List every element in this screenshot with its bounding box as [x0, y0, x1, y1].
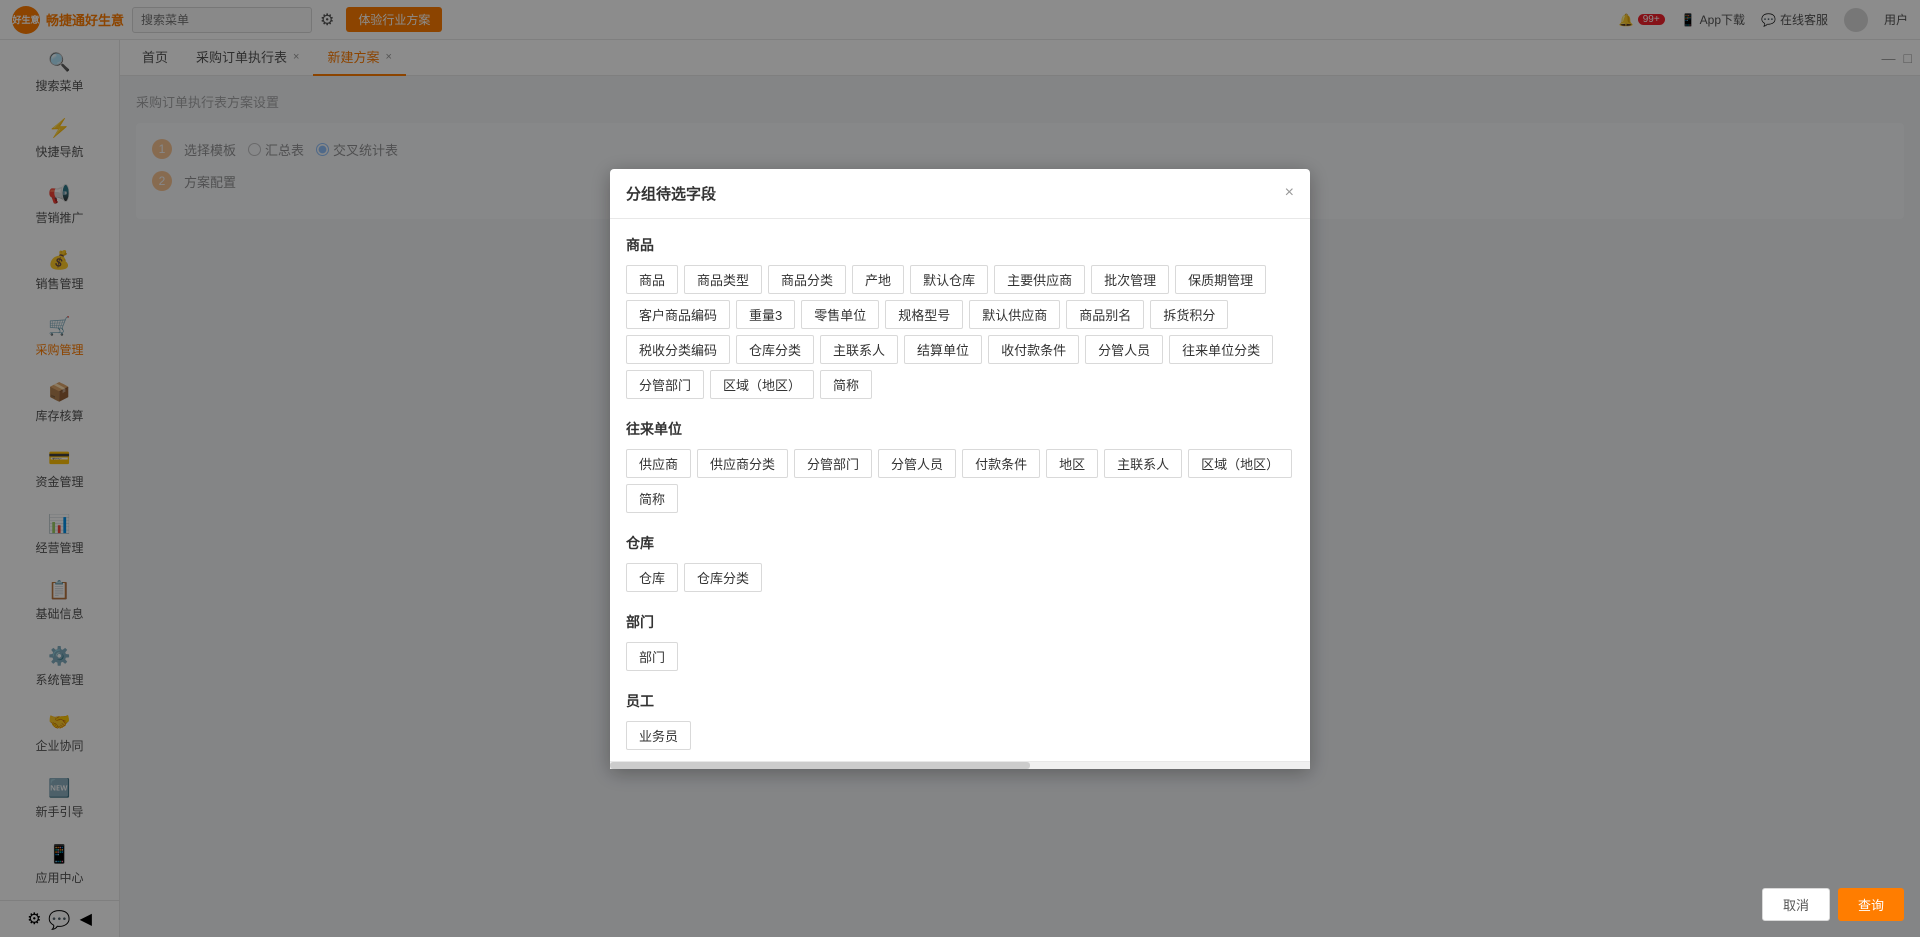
field-tag-employee-0[interactable]: 业务员	[626, 721, 691, 750]
confirm-button[interactable]: 查询	[1838, 888, 1904, 921]
modal-overlay: 分组待选字段 × 商品 商品 商品类型 商品分类 产地 默认仓库 主要供应商 批…	[0, 0, 1920, 937]
modal-close-btn[interactable]: ×	[1285, 184, 1294, 202]
field-tag-goods-11[interactable]: 规格型号	[885, 300, 963, 329]
field-tag-partner-7[interactable]: 区域（地区）	[1188, 449, 1292, 478]
field-tag-partner-6[interactable]: 主联系人	[1104, 449, 1182, 478]
field-group-warehouse: 仓库 仓库 仓库分类	[626, 533, 1294, 592]
field-tag-goods-7[interactable]: 保质期管理	[1175, 265, 1266, 294]
field-tag-goods-3[interactable]: 产地	[852, 265, 904, 294]
field-tag-goods-16[interactable]: 仓库分类	[736, 335, 814, 364]
field-tag-partner-0[interactable]: 供应商	[626, 449, 691, 478]
field-tag-goods-4[interactable]: 默认仓库	[910, 265, 988, 294]
field-tag-goods-12[interactable]: 默认供应商	[969, 300, 1060, 329]
field-tag-goods-17[interactable]: 主联系人	[820, 335, 898, 364]
field-tag-goods-24[interactable]: 简称	[820, 370, 872, 399]
field-tag-warehouse-0[interactable]: 仓库	[626, 563, 678, 592]
field-group-warehouse-title: 仓库	[626, 533, 1294, 553]
field-tag-goods-13[interactable]: 商品别名	[1066, 300, 1144, 329]
field-tags-partner: 供应商 供应商分类 分管部门 分管人员 付款条件 地区 主联系人 区域（地区） …	[626, 449, 1294, 513]
field-tag-goods-2[interactable]: 商品分类	[768, 265, 846, 294]
field-group-dept-title: 部门	[626, 612, 1294, 632]
field-tag-partner-5[interactable]: 地区	[1046, 449, 1098, 478]
modal: 分组待选字段 × 商品 商品 商品类型 商品分类 产地 默认仓库 主要供应商 批…	[610, 169, 1310, 769]
field-tag-goods-20[interactable]: 分管人员	[1085, 335, 1163, 364]
field-tags-dept: 部门	[626, 642, 1294, 671]
modal-header: 分组待选字段 ×	[610, 169, 1310, 219]
field-tag-goods-22[interactable]: 分管部门	[626, 370, 704, 399]
bottom-actions: 取消 查询	[1762, 888, 1904, 921]
field-tag-goods-23[interactable]: 区域（地区）	[710, 370, 814, 399]
field-tag-partner-1[interactable]: 供应商分类	[697, 449, 788, 478]
field-tag-partner-8[interactable]: 简称	[626, 484, 678, 513]
field-group-goods: 商品 商品 商品类型 商品分类 产地 默认仓库 主要供应商 批次管理 保质期管理…	[626, 235, 1294, 399]
field-group-partner-title: 往来单位	[626, 419, 1294, 439]
modal-body: 商品 商品 商品类型 商品分类 产地 默认仓库 主要供应商 批次管理 保质期管理…	[610, 219, 1310, 761]
field-tag-partner-4[interactable]: 付款条件	[962, 449, 1040, 478]
field-tag-partner-2[interactable]: 分管部门	[794, 449, 872, 478]
field-tags-goods: 商品 商品类型 商品分类 产地 默认仓库 主要供应商 批次管理 保质期管理 客户…	[626, 265, 1294, 399]
field-tag-goods-6[interactable]: 批次管理	[1091, 265, 1169, 294]
field-group-dept: 部门 部门	[626, 612, 1294, 671]
field-tag-goods-0[interactable]: 商品	[626, 265, 678, 294]
field-tag-goods-10[interactable]: 零售单位	[801, 300, 879, 329]
field-tag-goods-5[interactable]: 主要供应商	[994, 265, 1085, 294]
field-tags-warehouse: 仓库 仓库分类	[626, 563, 1294, 592]
field-group-partner: 往来单位 供应商 供应商分类 分管部门 分管人员 付款条件 地区 主联系人 区域…	[626, 419, 1294, 513]
field-tags-employee: 业务员	[626, 721, 1294, 750]
field-group-goods-title: 商品	[626, 235, 1294, 255]
field-tag-goods-8[interactable]: 客户商品编码	[626, 300, 730, 329]
field-tag-goods-19[interactable]: 收付款条件	[988, 335, 1079, 364]
field-tag-partner-3[interactable]: 分管人员	[878, 449, 956, 478]
modal-scrollbar-thumb	[610, 762, 1030, 769]
modal-title: 分组待选字段	[626, 183, 716, 204]
field-group-employee: 员工 业务员	[626, 691, 1294, 750]
field-tag-goods-14[interactable]: 拆货积分	[1150, 300, 1228, 329]
field-tag-goods-1[interactable]: 商品类型	[684, 265, 762, 294]
field-tag-dept-0[interactable]: 部门	[626, 642, 678, 671]
field-tag-goods-9[interactable]: 重量3	[736, 300, 795, 329]
field-tag-goods-18[interactable]: 结算单位	[904, 335, 982, 364]
field-tag-goods-21[interactable]: 往来单位分类	[1169, 335, 1273, 364]
field-tag-warehouse-1[interactable]: 仓库分类	[684, 563, 762, 592]
field-group-employee-title: 员工	[626, 691, 1294, 711]
field-tag-goods-15[interactable]: 税收分类编码	[626, 335, 730, 364]
modal-horizontal-scrollbar[interactable]	[610, 761, 1310, 769]
cancel-button[interactable]: 取消	[1762, 888, 1830, 921]
